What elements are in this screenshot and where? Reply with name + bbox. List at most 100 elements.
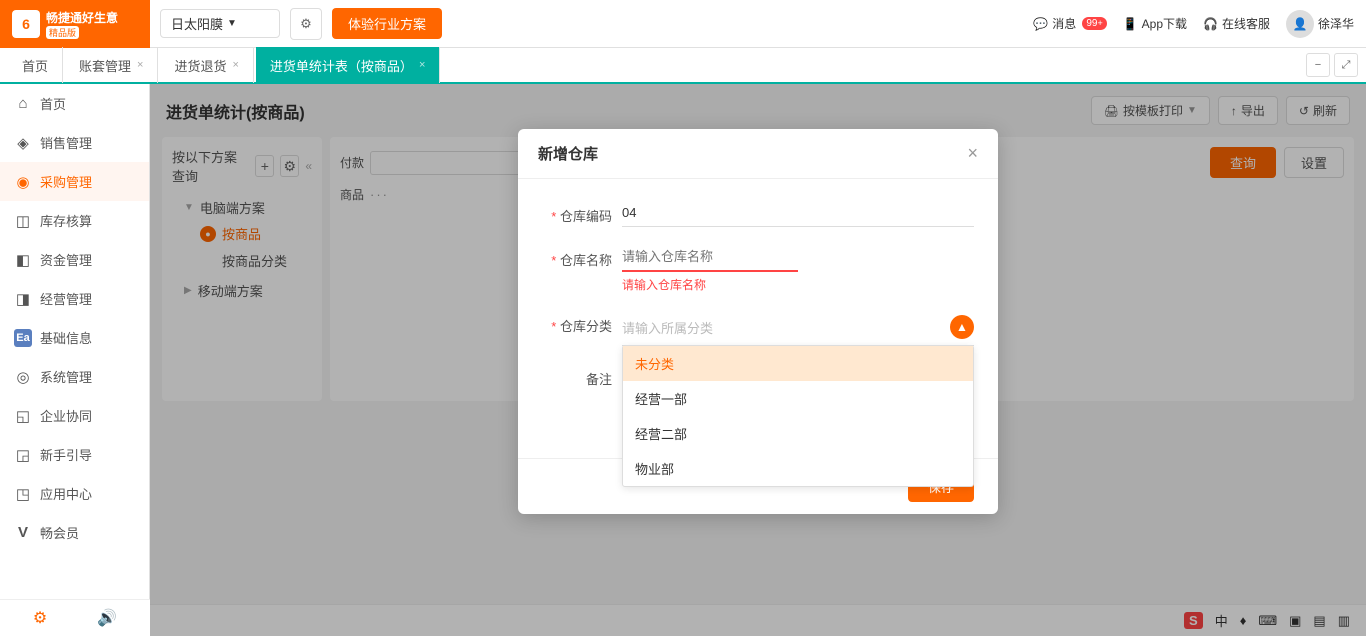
warehouse-type-row: * 仓库分类 请输入所属分类 ▲ 未分类 经营一部 经营二部 (542, 309, 974, 346)
logo-area: 6 畅捷通好生意 精品版 (0, 0, 150, 48)
sidebar-item-enterprise-label: 企业协同 (40, 406, 92, 425)
dropdown-option-dept1[interactable]: 经营一部 (623, 381, 973, 416)
username: 徐泽华 (1318, 15, 1354, 32)
sidebar-item-home[interactable]: ⌂ 首页 (0, 84, 149, 123)
sidebar-item-sales-label: 销售管理 (40, 133, 92, 152)
phone-icon: 📱 (1123, 17, 1138, 31)
tab-purchase-return[interactable]: 进货退货 × (160, 47, 253, 83)
sidebar-item-apps-label: 应用中心 (40, 484, 92, 503)
gear-icon: ⚙ (300, 16, 312, 32)
sidebar-item-inventory[interactable]: ◫ 库存核算 (0, 201, 149, 240)
tab-account-label: 账套管理 (79, 56, 131, 75)
sidebar-item-member-label: 畅会员 (40, 523, 79, 542)
app-download-label: App下载 (1142, 15, 1187, 32)
guide-icon: ◲ (14, 446, 32, 464)
warehouse-name-error: 请输入仓库名称 (622, 276, 706, 293)
sidebar-item-inventory-label: 库存核算 (40, 211, 92, 230)
message-item[interactable]: 💬 消息 99+ (1033, 15, 1106, 32)
dialog-close-button[interactable]: × (967, 143, 978, 164)
enterprise-icon: ◱ (14, 407, 32, 425)
warehouse-name-input-wrap (622, 243, 798, 272)
warehouse-type-arrow-icon[interactable]: ▲ (950, 315, 974, 339)
speaker-icon[interactable]: 🔊 (97, 608, 117, 628)
logo-text: 畅捷通好生意 精品版 (46, 9, 118, 39)
sidebar-item-finance-label: 资金管理 (40, 250, 92, 269)
tab-bar: 首页 账套管理 × 进货退货 × 进货单统计表（按商品） × − ⤢ (0, 48, 1366, 84)
top-header: 6 畅捷通好生意 精品版 日太阳膜 ▼ ⚙ 体验行业方案 💬 消息 99+ 📱 … (0, 0, 1366, 48)
tab-home[interactable]: 首页 (8, 47, 63, 83)
sidebar-item-operation-label: 经营管理 (40, 289, 92, 308)
member-icon: V (14, 524, 32, 542)
sidebar-item-system[interactable]: ◎ 系统管理 (0, 357, 149, 396)
dropdown-option-unclassified[interactable]: 未分类 (623, 346, 973, 381)
tab-minimize-button[interactable]: − (1306, 53, 1330, 77)
home-icon: ⌂ (14, 95, 32, 113)
warehouse-type-label: * 仓库分类 (542, 309, 622, 335)
logo-badge: 精品版 (46, 26, 79, 39)
tab-purchase-return-label: 进货退货 (174, 56, 226, 75)
warehouse-type-dropdown-trigger[interactable]: 请输入所属分类 ▲ (622, 309, 974, 346)
online-service-item[interactable]: 🎧 在线客服 (1203, 15, 1270, 32)
inventory-icon: ◫ (14, 212, 32, 230)
tab-purchase-stats-close-icon[interactable]: × (419, 59, 425, 71)
warehouse-type-dropdown-menu: 未分类 经营一部 经营二部 物业部 (622, 345, 974, 487)
add-warehouse-dialog: 新增仓库 × * 仓库编码 * 仓库名称 (518, 129, 998, 514)
logo-icon: 6 (12, 10, 40, 38)
sidebar-bottom-bar: ⚙ 🔊 (0, 599, 150, 636)
sidebar-item-guide-label: 新手引导 (40, 445, 92, 464)
sidebar-item-basic[interactable]: Ea 基础信息 (0, 318, 149, 357)
sidebar-item-basic-label: 基础信息 (40, 328, 92, 347)
purchase-icon: ◉ (14, 173, 32, 191)
tab-account[interactable]: 账套管理 × (65, 47, 158, 83)
content-area: 进货单统计(按商品) 🖨 按模板打印 ▼ ↑ 导出 ↺ 刷新 (150, 84, 1366, 636)
sidebar-item-guide[interactable]: ◲ 新手引导 (0, 435, 149, 474)
settings-bottom-icon[interactable]: ⚙ (33, 608, 47, 628)
tab-home-label: 首页 (22, 56, 48, 75)
sidebar-item-operation[interactable]: ◨ 经营管理 (0, 279, 149, 318)
tab-purchase-stats-label: 进货单统计表（按商品） (270, 56, 413, 75)
dropdown-option-dept2[interactable]: 经营二部 (623, 416, 973, 451)
sidebar-item-apps[interactable]: ◳ 应用中心 (0, 474, 149, 513)
message-label: 消息 (1052, 15, 1076, 32)
warehouse-type-placeholder: 请输入所属分类 (622, 318, 713, 337)
sidebar-item-finance[interactable]: ◧ 资金管理 (0, 240, 149, 279)
online-service-label: 在线客服 (1222, 15, 1270, 32)
sidebar-item-purchase-label: 采购管理 (40, 172, 92, 191)
settings-gear-button[interactable]: ⚙ (290, 8, 322, 40)
basic-icon: Ea (14, 329, 32, 347)
warehouse-code-row: * 仓库编码 (542, 199, 974, 227)
main-layout: ⌂ 首页 ◈ 销售管理 ◉ 采购管理 ◫ 库存核算 ◧ 资金管理 ◨ 经营管理 … (0, 84, 1366, 636)
avatar: 👤 (1286, 10, 1314, 38)
tab-controls: − ⤢ (1306, 53, 1358, 77)
sidebar-item-system-label: 系统管理 (40, 367, 92, 386)
tab-purchase-return-close-icon[interactable]: × (232, 59, 238, 71)
dropdown-arrow-icon: ▼ (227, 18, 237, 29)
warehouse-name-row: * 仓库名称 请输入仓库名称 (542, 243, 974, 293)
tab-maximize-button[interactable]: ⤢ (1334, 53, 1358, 77)
dropdown-option-dept3[interactable]: 物业部 (623, 451, 973, 486)
warehouse-code-input[interactable] (622, 199, 974, 227)
operation-icon: ◨ (14, 290, 32, 308)
warehouse-name-label: * 仓库名称 (542, 243, 622, 269)
dialog-body: * 仓库编码 * 仓库名称 (518, 179, 998, 458)
apps-icon: ◳ (14, 485, 32, 503)
app-download-item[interactable]: 📱 App下载 (1123, 15, 1187, 32)
store-name: 日太阳膜 (171, 14, 223, 33)
message-icon: 💬 (1033, 17, 1048, 31)
sales-icon: ◈ (14, 134, 32, 152)
sidebar-item-sales[interactable]: ◈ 销售管理 (0, 123, 149, 162)
sidebar-item-home-label: 首页 (40, 94, 66, 113)
sidebar-item-enterprise[interactable]: ◱ 企业协同 (0, 396, 149, 435)
tab-account-close-icon[interactable]: × (137, 59, 143, 71)
warehouse-name-input[interactable] (622, 243, 798, 272)
sidebar-item-member[interactable]: V 畅会员 (0, 513, 149, 552)
trial-button[interactable]: 体验行业方案 (332, 8, 442, 39)
store-selector[interactable]: 日太阳膜 ▼ (160, 9, 280, 38)
warehouse-type-dropdown-wrap: 请输入所属分类 ▲ 未分类 经营一部 经营二部 物业部 (622, 309, 974, 346)
headset-icon: 🎧 (1203, 17, 1218, 31)
sidebar-item-purchase[interactable]: ◉ 采购管理 (0, 162, 149, 201)
tab-purchase-stats[interactable]: 进货单统计表（按商品） × (256, 47, 440, 83)
note-label: 备注 (542, 362, 622, 388)
user-item[interactable]: 👤 徐泽华 (1286, 10, 1354, 38)
system-icon: ◎ (14, 368, 32, 386)
